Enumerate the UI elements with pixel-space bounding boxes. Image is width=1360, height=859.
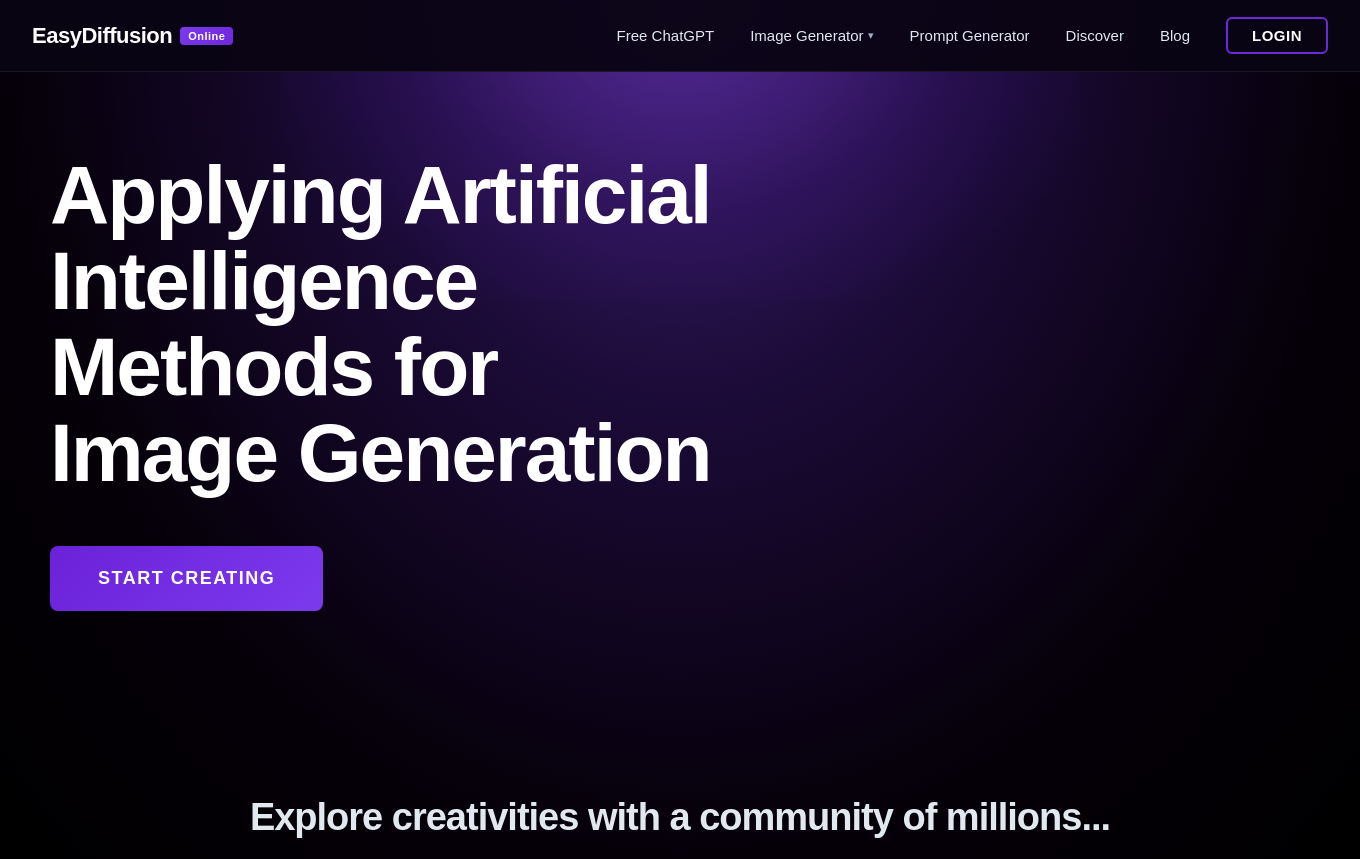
hero-title: Applying Artificial Intelligence Methods…: [50, 152, 750, 496]
bottom-tagline: Explore creativities with a community of…: [0, 796, 1360, 839]
logo-badge: Online: [180, 27, 233, 45]
hero-content: Applying Artificial Intelligence Methods…: [0, 72, 750, 611]
nav-free-chatgpt[interactable]: Free ChatGPT: [617, 27, 715, 44]
logo-text: EasyDiffusion: [32, 23, 172, 49]
nav-image-generator[interactable]: Image Generator ▾: [750, 27, 873, 44]
chevron-down-icon: ▾: [868, 29, 874, 42]
logo[interactable]: EasyDiffusion Online: [32, 23, 233, 49]
nav-prompt-generator[interactable]: Prompt Generator: [910, 27, 1030, 44]
login-button[interactable]: LOGIN: [1226, 17, 1328, 54]
hero-section: Applying Artificial Intelligence Methods…: [0, 0, 1360, 859]
nav-blog[interactable]: Blog: [1160, 27, 1190, 44]
start-creating-button[interactable]: START CREATING: [50, 546, 323, 611]
nav-discover[interactable]: Discover: [1066, 27, 1124, 44]
bottom-text-wrapper: Explore creativities with a community of…: [0, 796, 1360, 859]
nav-links: Free ChatGPT Image Generator ▾ Prompt Ge…: [617, 17, 1328, 54]
navbar: EasyDiffusion Online Free ChatGPT Image …: [0, 0, 1360, 72]
logo-easy: EasyDiffusion: [32, 23, 172, 48]
